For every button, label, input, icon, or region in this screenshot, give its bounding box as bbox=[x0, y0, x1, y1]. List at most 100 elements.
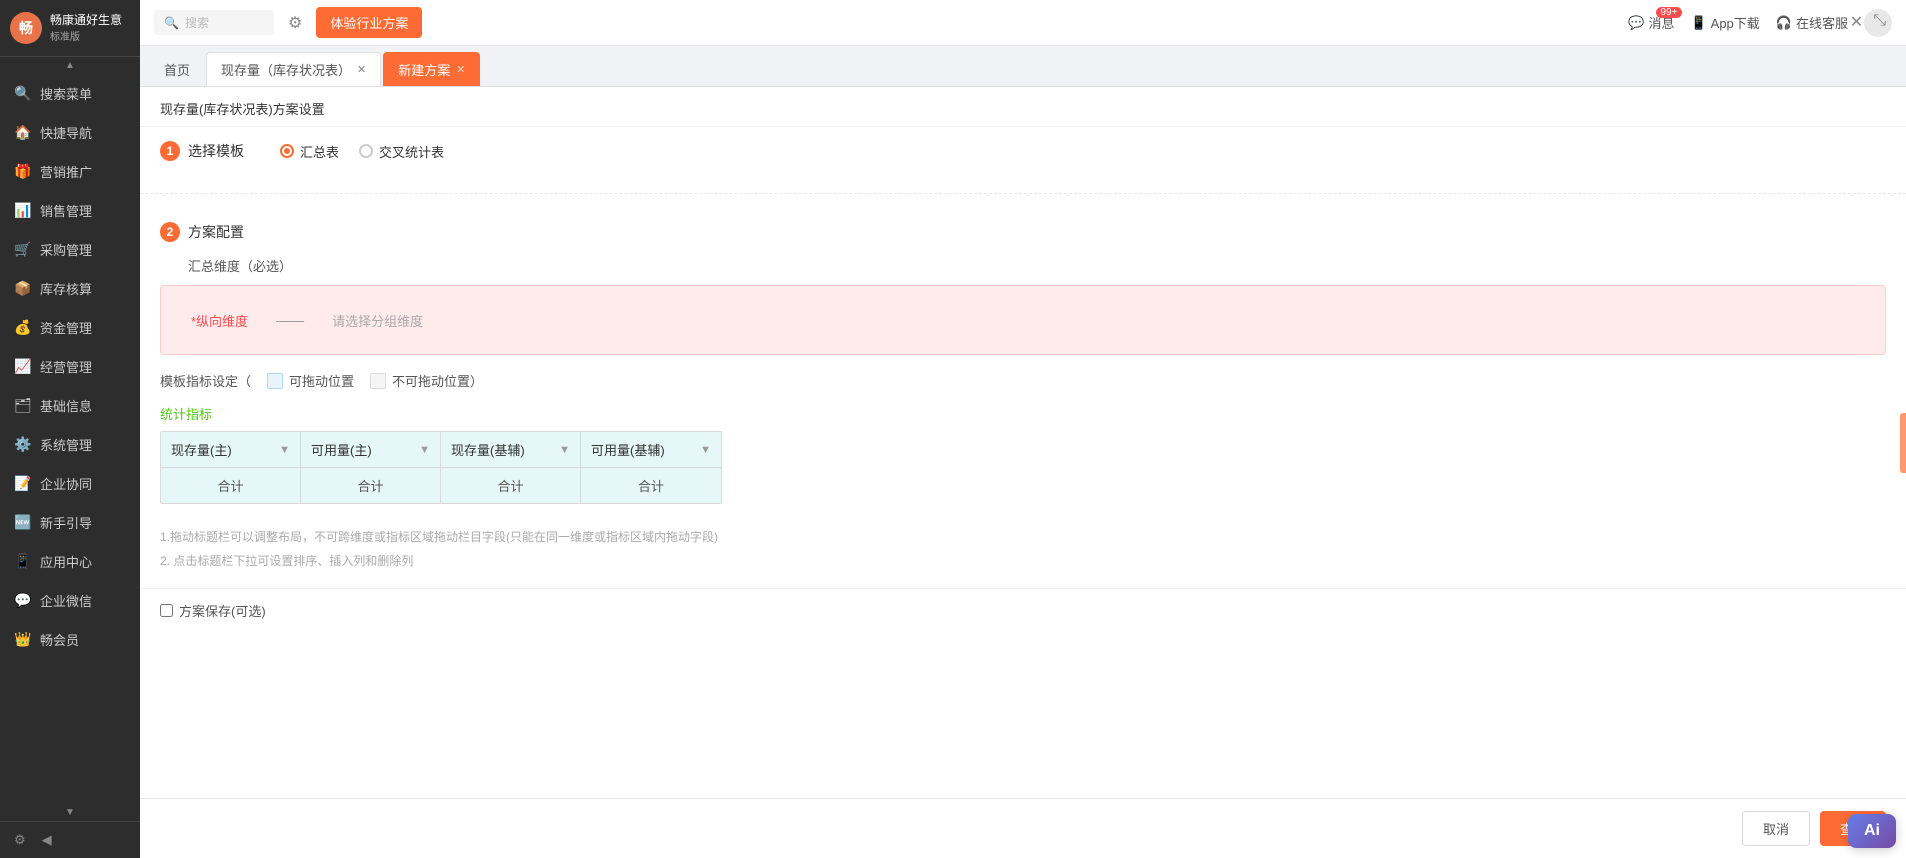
appcenter-icon: 📱 bbox=[14, 553, 32, 571]
dim-required-label: *纵向维度 bbox=[191, 311, 248, 330]
side-scroll-hint bbox=[1900, 413, 1906, 473]
sidebar-item-system-label: 系统管理 bbox=[40, 435, 92, 454]
tab-window-controls: ✕ ⤡ bbox=[1850, 12, 1886, 32]
sidebar-nav: 🔍 搜索菜单 🏠 快捷导航 🎁 营销推广 📊 销售管理 🛒 采购管理 📦 库存核… bbox=[0, 74, 140, 804]
sidebar-item-contract-label: 企业协同 bbox=[40, 474, 92, 493]
sidebar-settings-btn[interactable]: ⚙ bbox=[14, 832, 26, 848]
system-icon: ⚙️ bbox=[14, 436, 32, 454]
sidebar-item-guide-label: 新手引导 bbox=[40, 513, 92, 532]
step1-badge: 1 bbox=[160, 141, 180, 161]
radio-summary[interactable] bbox=[280, 144, 294, 158]
sidebar-item-wechat-label: 企业微信 bbox=[40, 591, 92, 610]
sidebar-item-wechat[interactable]: 💬 企业微信 bbox=[0, 581, 140, 620]
sidebar-logo: 畅 畅康通好生意 标准版 bbox=[0, 0, 140, 57]
sidebar-item-member-label: 畅会员 bbox=[40, 630, 79, 649]
sidebar-item-operations-label: 经营管理 bbox=[40, 357, 92, 376]
contract-icon: 📝 bbox=[14, 475, 32, 493]
sidebar-item-appcenter[interactable]: 📱 应用中心 bbox=[0, 542, 140, 581]
sidebar-item-member[interactable]: 👑 畅会员 bbox=[0, 620, 140, 659]
step2-badge: 2 bbox=[160, 222, 180, 242]
industry-btn[interactable]: 体验行业方案 bbox=[316, 7, 422, 38]
sidebar-item-marketing[interactable]: 🎁 营销推广 bbox=[0, 152, 140, 191]
logo-icon: 畅 bbox=[10, 12, 42, 44]
online-service-label: 在线客服 bbox=[1796, 13, 1848, 32]
tab-new-scheme[interactable]: 新建方案 ✕ bbox=[383, 52, 480, 86]
col-3-chevron[interactable]: ▼ bbox=[700, 444, 711, 456]
app-download-item[interactable]: 📱 App下载 bbox=[1690, 13, 1759, 32]
tab-inventory-label: 现存量（库存状况表） bbox=[221, 60, 351, 79]
stats-table: 现存量(主) ▼ 合计 可用量(主) ▼ 合计 bbox=[160, 431, 722, 504]
sidebar-item-basic-label: 基础信息 bbox=[40, 396, 92, 415]
inventory-icon: 📦 bbox=[14, 280, 32, 298]
stats-table-header: 现存量(主) ▼ 合计 可用量(主) ▼ 合计 bbox=[161, 432, 721, 503]
close-window-btn[interactable]: ✕ bbox=[1850, 12, 1863, 32]
sidebar-scroll-up[interactable]: ▲ bbox=[0, 57, 140, 74]
stats-col-1-header[interactable]: 可用量(主) ▼ bbox=[301, 432, 440, 468]
stats-col-0: 现存量(主) ▼ 合计 bbox=[161, 432, 301, 503]
step2-title-row: 2 方案配置 bbox=[160, 222, 1886, 242]
tab-inventory[interactable]: 现存量（库存状况表） ✕ bbox=[206, 52, 381, 86]
col-0-chevron[interactable]: ▼ bbox=[279, 444, 290, 456]
tip-1: 2. 点击标题栏下拉可设置排序、插入列和删除列 bbox=[160, 551, 1886, 573]
settings-icon[interactable]: ⚙ bbox=[284, 9, 306, 37]
member-icon: 👑 bbox=[14, 631, 32, 649]
stats-col-0-header[interactable]: 现存量(主) ▼ bbox=[161, 432, 300, 468]
template-options: 汇总表 交叉统计表 bbox=[280, 142, 444, 161]
main-area: 🔍 搜索 ⚙ 体验行业方案 💬 消息 99+ 📱 App下载 🎧 在线客服 bbox=[140, 0, 1906, 858]
tab-home[interactable]: 首页 bbox=[150, 53, 204, 86]
content-area: 现存量(库存状况表)方案设置 1 选择模板 汇总表 交叉统计表 bbox=[140, 87, 1906, 798]
sidebar-item-marketing-label: 营销推广 bbox=[40, 162, 92, 181]
online-service-item[interactable]: 🎧 在线客服 bbox=[1776, 13, 1848, 32]
sidebar-item-guide[interactable]: 🆕 新手引导 bbox=[0, 503, 140, 542]
sidebar-bottom: ⚙ ◀ bbox=[0, 821, 140, 858]
col-1-chevron[interactable]: ▼ bbox=[419, 444, 430, 456]
sidebar-item-basic[interactable]: 🗂 基础信息 bbox=[0, 386, 140, 425]
sidebar: 畅 畅康通好生意 标准版 ▲ 🔍 搜索菜单 🏠 快捷导航 🎁 营销推广 📊 销售… bbox=[0, 0, 140, 858]
sidebar-item-purchase-label: 采购管理 bbox=[40, 240, 92, 259]
sidebar-item-purchase[interactable]: 🛒 采购管理 bbox=[0, 230, 140, 269]
col-2-chevron[interactable]: ▼ bbox=[559, 444, 570, 456]
sidebar-item-search-label: 搜索菜单 bbox=[40, 84, 92, 103]
sidebar-collapse-btn[interactable]: ◀ bbox=[42, 832, 52, 848]
stats-col-3-header[interactable]: 可用量(基辅) ▼ bbox=[581, 432, 721, 468]
top-bar-left: 🔍 搜索 ⚙ 体验行业方案 bbox=[154, 7, 422, 38]
save-checkbox[interactable] bbox=[160, 604, 173, 617]
ai-float-button[interactable]: Ai bbox=[1848, 814, 1896, 848]
divider1 bbox=[140, 193, 1906, 194]
sales-icon: 📊 bbox=[14, 202, 32, 220]
sidebar-item-search[interactable]: 🔍 搜索菜单 bbox=[0, 74, 140, 113]
search-bar[interactable]: 🔍 搜索 bbox=[154, 10, 274, 35]
sidebar-item-contract[interactable]: 📝 企业协同 bbox=[0, 464, 140, 503]
template-option-cross[interactable]: 交叉统计表 bbox=[359, 142, 444, 161]
sidebar-item-quicknav[interactable]: 🏠 快捷导航 bbox=[0, 113, 140, 152]
stats-col-3-body: 合计 bbox=[581, 468, 721, 503]
stats-col-1-body: 合计 bbox=[301, 468, 440, 503]
stats-col-2: 现存量(基辅) ▼ 合计 bbox=[441, 432, 581, 503]
dim-arrow: —— bbox=[276, 312, 304, 328]
expand-window-btn[interactable]: ⤡ bbox=[1873, 12, 1886, 32]
operations-icon: 📈 bbox=[14, 358, 32, 376]
sidebar-scroll-down[interactable]: ▼ bbox=[0, 804, 140, 821]
sidebar-item-operations[interactable]: 📈 经营管理 bbox=[0, 347, 140, 386]
messages-badge: 99+ bbox=[1656, 7, 1683, 18]
sidebar-item-inventory[interactable]: 📦 库存核算 bbox=[0, 269, 140, 308]
template-option-summary[interactable]: 汇总表 bbox=[280, 142, 339, 161]
stats-section-label: 统计指标 bbox=[160, 404, 1886, 423]
cancel-button[interactable]: 取消 bbox=[1742, 811, 1810, 846]
stats-col-3-label: 可用量(基辅) bbox=[591, 440, 665, 459]
tab-inventory-close[interactable]: ✕ bbox=[357, 63, 366, 76]
radio-cross[interactable] bbox=[359, 144, 373, 158]
sidebar-item-system[interactable]: ⚙️ 系统管理 bbox=[0, 425, 140, 464]
sidebar-item-sales[interactable]: 📊 销售管理 bbox=[0, 191, 140, 230]
step2-title: 方案配置 bbox=[188, 222, 244, 242]
messages-item[interactable]: 💬 消息 99+ bbox=[1628, 13, 1674, 32]
app-download-label: App下载 bbox=[1711, 13, 1760, 32]
template-summary-label: 汇总表 bbox=[300, 142, 339, 161]
step1-title-row: 1 选择模板 汇总表 交叉统计表 bbox=[160, 141, 1886, 161]
stats-col-2-header[interactable]: 现存量(基辅) ▼ bbox=[441, 432, 580, 468]
dim-config-area[interactable]: *纵向维度 —— 请选择分组维度 bbox=[160, 285, 1886, 355]
tab-new-scheme-close[interactable]: ✕ bbox=[456, 63, 465, 76]
page-title: 现存量(库存状况表)方案设置 bbox=[140, 87, 1906, 127]
sidebar-item-finance[interactable]: 💰 资金管理 bbox=[0, 308, 140, 347]
indicator-fixed-label: 不可拖动位置） bbox=[392, 371, 483, 390]
